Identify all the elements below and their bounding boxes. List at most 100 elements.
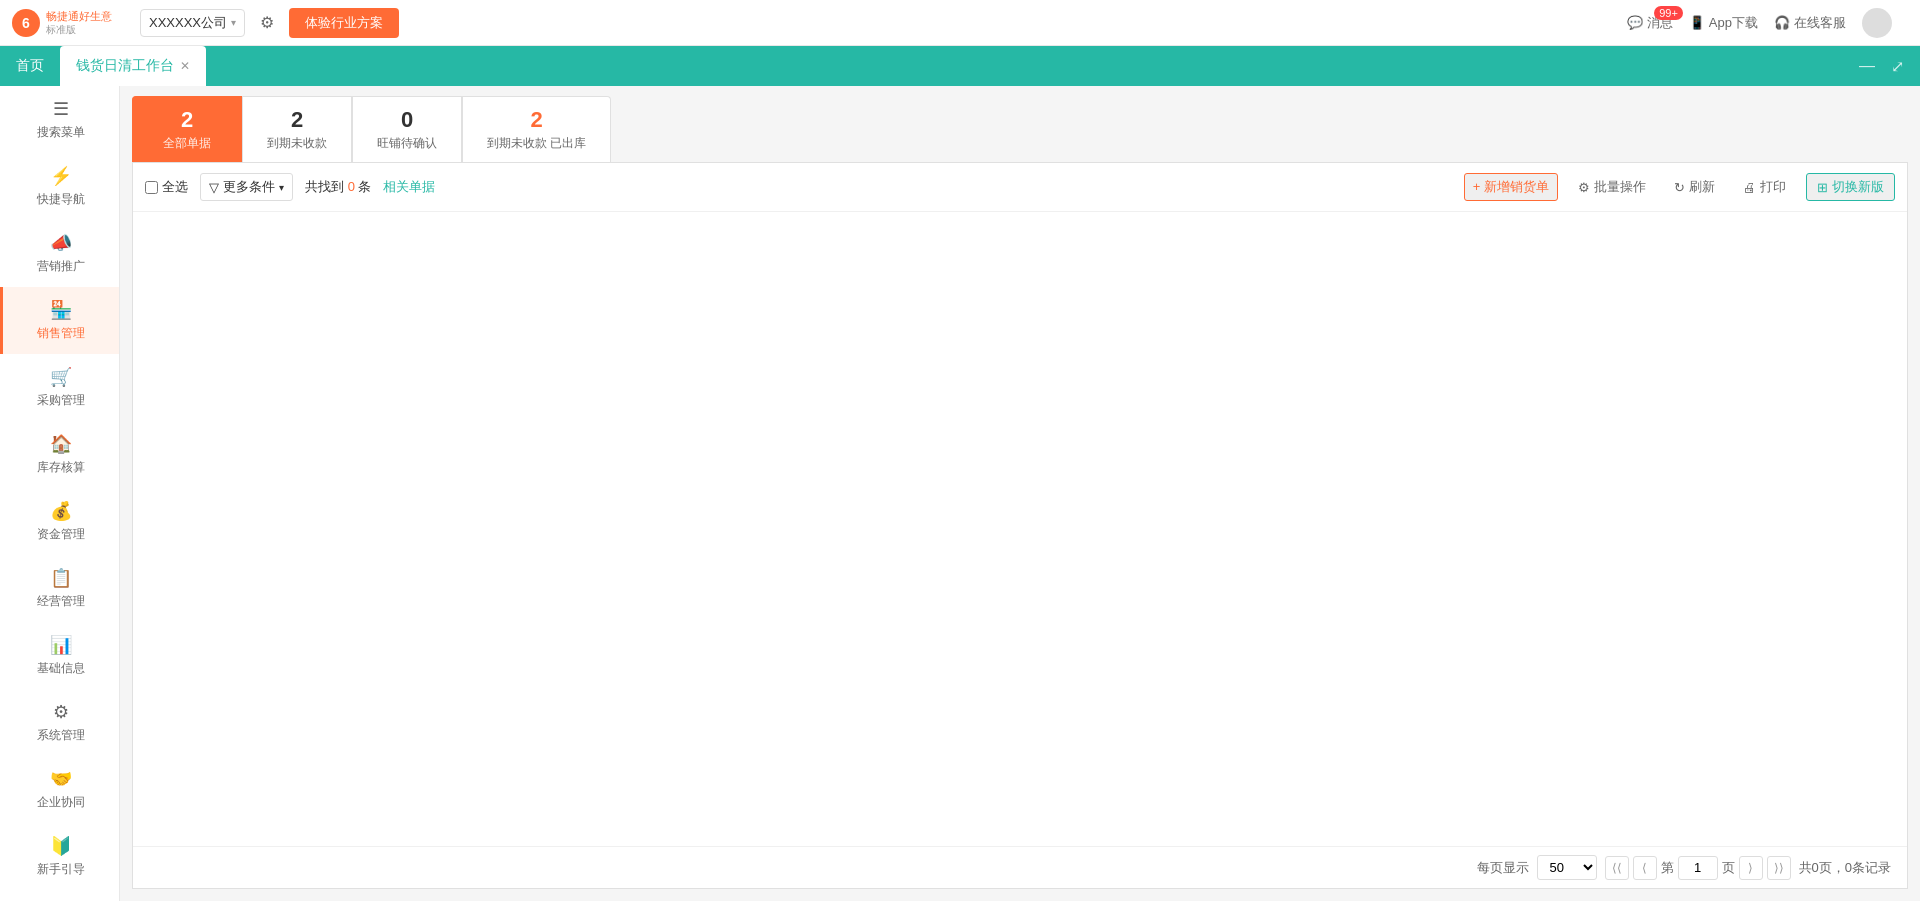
print-button[interactable]: 🖨 打印 bbox=[1735, 174, 1794, 200]
logo-text: 畅捷通好生意 标准版 bbox=[46, 9, 112, 36]
minimize-button[interactable]: — bbox=[1855, 53, 1879, 79]
maximize-button[interactable]: ⤢ bbox=[1887, 53, 1908, 80]
message-icon: 💬 bbox=[1627, 15, 1643, 30]
header-right: 💬 消息 99+ 📱 App下载 🎧 在线客服 bbox=[1627, 8, 1908, 38]
select-all-input[interactable] bbox=[145, 181, 158, 194]
batch-operation-button[interactable]: ⚙ 批量操作 bbox=[1570, 174, 1654, 200]
add-sales-order-button[interactable]: + 新增销货单 bbox=[1464, 173, 1558, 201]
select-all-checkbox[interactable]: 全选 bbox=[145, 178, 188, 196]
total-info: 共0页，0条记录 bbox=[1799, 859, 1891, 877]
stat-tab-overdue[interactable]: 2 到期未收款 bbox=[242, 96, 352, 162]
finance-icon: 💰 bbox=[50, 500, 72, 522]
filter-icon: ▽ bbox=[209, 180, 219, 195]
stat-label-all: 全部单据 bbox=[163, 135, 211, 152]
nav-tabs: 首页 钱货日清工作台 ✕ — ⤢ bbox=[0, 46, 1920, 86]
close-tab-icon[interactable]: ✕ bbox=[180, 59, 190, 73]
avatar[interactable] bbox=[1862, 8, 1892, 38]
sidebar-item-guide[interactable]: 🔰 新手引导 bbox=[0, 823, 119, 890]
logo-area: 6 畅捷通好生意 标准版 bbox=[12, 9, 132, 37]
cooperation-icon: 🤝 bbox=[50, 768, 72, 790]
sidebar-item-finance[interactable]: 💰 资金管理 bbox=[0, 488, 119, 555]
purchase-icon: 🛒 bbox=[50, 366, 72, 388]
sidebar-item-purchase[interactable]: 🛒 采购管理 bbox=[0, 354, 119, 421]
chevron-down-icon: ▾ bbox=[231, 17, 236, 28]
page-text: 第 bbox=[1661, 859, 1674, 877]
stat-label-overdue: 到期未收款 bbox=[267, 135, 327, 152]
sidebar-item-search[interactable]: ☰ 搜索菜单 bbox=[0, 86, 119, 153]
operations-icon: 📋 bbox=[50, 567, 72, 589]
stat-num-overdue-out: 2 bbox=[531, 107, 543, 133]
sidebar-item-cooperation[interactable]: 🤝 企业协同 bbox=[0, 756, 119, 823]
trial-button[interactable]: 体验行业方案 bbox=[289, 8, 399, 38]
switch-icon: ⊞ bbox=[1817, 180, 1828, 195]
main-body: ☰ 搜索菜单 ⚡ 快捷导航 📣 营销推广 🏪 销售管理 🛒 采购管理 🏠 库存核… bbox=[0, 86, 1920, 901]
result-text: 共找到 0 条 bbox=[305, 178, 371, 196]
basic-info-icon: 📊 bbox=[50, 634, 72, 656]
toolbar: 全选 ▽ 更多条件 ▾ 共找到 0 条 相关单据 + 新增销货单 bbox=[133, 163, 1907, 212]
toolbar-right: + 新增销货单 ⚙ 批量操作 ↻ 刷新 🖨 打印 ⊞ bbox=[1464, 173, 1895, 201]
page-text-end: 页 bbox=[1722, 859, 1735, 877]
stat-num-pending: 0 bbox=[401, 107, 413, 133]
stat-label-overdue-out: 到期未收款 已出库 bbox=[487, 135, 586, 152]
stat-tab-all[interactable]: 2 全部单据 bbox=[132, 96, 242, 162]
prev-page-button[interactable]: ⟨ bbox=[1633, 856, 1657, 880]
stat-label-pending: 旺铺待确认 bbox=[377, 135, 437, 152]
stat-tab-overdue-out[interactable]: 2 到期未收款 已出库 bbox=[462, 96, 611, 162]
stat-num-overdue: 2 bbox=[291, 107, 303, 133]
inventory-icon: 🏠 bbox=[50, 433, 72, 455]
app-icon: 📱 bbox=[1689, 15, 1705, 30]
sidebar: ☰ 搜索菜单 ⚡ 快捷导航 📣 营销推广 🏪 销售管理 🛒 采购管理 🏠 库存核… bbox=[0, 86, 120, 901]
logo-icon: 6 bbox=[12, 9, 40, 37]
settings-button[interactable]: ⚙ bbox=[253, 9, 281, 37]
tab-home[interactable]: 首页 bbox=[0, 46, 60, 86]
system-icon: ⚙ bbox=[53, 701, 69, 723]
sidebar-item-marketing[interactable]: 📣 营销推广 bbox=[0, 220, 119, 287]
refresh-icon: ↻ bbox=[1674, 180, 1685, 195]
table-container: 全选 ▽ 更多条件 ▾ 共找到 0 条 相关单据 + 新增销货单 bbox=[132, 162, 1908, 889]
sales-icon: 🏪 bbox=[50, 299, 72, 321]
sidebar-item-operations[interactable]: 📋 经营管理 bbox=[0, 555, 119, 622]
result-count: 0 bbox=[348, 179, 355, 194]
next-page-button[interactable]: ⟩ bbox=[1739, 856, 1763, 880]
company-name: XXXXXX公司 bbox=[149, 14, 227, 32]
message-badge: 99+ bbox=[1654, 6, 1683, 20]
first-page-button[interactable]: ⟨⟨ bbox=[1605, 856, 1629, 880]
app-download-button[interactable]: 📱 App下载 bbox=[1689, 14, 1758, 32]
table-footer: 每页显示 50 20 100 ⟨⟨ ⟨ 第 1 页 ⟩ ⟩⟩ 共0页，0条记录 bbox=[133, 846, 1907, 888]
stat-num-all: 2 bbox=[181, 107, 193, 133]
quick-nav-icon: ⚡ bbox=[50, 165, 72, 187]
page-size-select[interactable]: 50 20 100 bbox=[1537, 855, 1597, 880]
table-body bbox=[133, 212, 1907, 846]
marketing-icon: 📣 bbox=[50, 232, 72, 254]
search-menu-icon: ☰ bbox=[53, 98, 69, 120]
stats-tabs: 2 全部单据 2 到期未收款 0 旺铺待确认 2 到期未收款 已出库 bbox=[120, 86, 1920, 162]
page-nav: ⟨⟨ ⟨ 第 1 页 ⟩ ⟩⟩ bbox=[1605, 856, 1791, 880]
top-header: 6 畅捷通好生意 标准版 XXXXXX公司 ▾ ⚙ 体验行业方案 💬 消息 99… bbox=[0, 0, 1920, 46]
stat-tab-pending[interactable]: 0 旺铺待确认 bbox=[352, 96, 462, 162]
sidebar-item-sales[interactable]: 🏪 销售管理 bbox=[0, 287, 119, 354]
service-icon: 🎧 bbox=[1774, 15, 1790, 30]
online-service-button[interactable]: 🎧 在线客服 bbox=[1774, 14, 1846, 32]
sidebar-item-basic-info[interactable]: 📊 基础信息 bbox=[0, 622, 119, 689]
sidebar-item-inventory[interactable]: 🏠 库存核算 bbox=[0, 421, 119, 488]
page-size-label: 每页显示 bbox=[1477, 859, 1529, 877]
filter-chevron-icon: ▾ bbox=[279, 182, 284, 193]
last-page-button[interactable]: ⟩⟩ bbox=[1767, 856, 1791, 880]
toolbar-left: 全选 ▽ 更多条件 ▾ 共找到 0 条 相关单据 bbox=[145, 173, 1452, 201]
filter-button[interactable]: ▽ 更多条件 ▾ bbox=[200, 173, 293, 201]
related-orders-link[interactable]: 相关单据 bbox=[383, 178, 435, 196]
batch-icon: ⚙ bbox=[1578, 180, 1590, 195]
page-input[interactable]: 1 bbox=[1678, 856, 1718, 880]
message-button[interactable]: 💬 消息 99+ bbox=[1627, 14, 1673, 32]
sidebar-item-quick-nav[interactable]: ⚡ 快捷导航 bbox=[0, 153, 119, 220]
sidebar-item-app-center[interactable]: 📦 应用中心 bbox=[0, 890, 119, 901]
switch-version-button[interactable]: ⊞ 切换新版 bbox=[1806, 173, 1895, 201]
nav-right-controls: — ⤢ bbox=[1855, 53, 1920, 80]
header-left: 6 畅捷通好生意 标准版 XXXXXX公司 ▾ ⚙ 体验行业方案 bbox=[12, 8, 399, 38]
tab-work[interactable]: 钱货日清工作台 ✕ bbox=[60, 46, 206, 86]
sidebar-item-system[interactable]: ⚙ 系统管理 bbox=[0, 689, 119, 756]
refresh-button[interactable]: ↻ 刷新 bbox=[1666, 174, 1723, 200]
company-selector[interactable]: XXXXXX公司 ▾ bbox=[140, 9, 245, 37]
guide-icon: 🔰 bbox=[50, 835, 72, 857]
content-area: 2 全部单据 2 到期未收款 0 旺铺待确认 2 到期未收款 已出库 bbox=[120, 86, 1920, 901]
